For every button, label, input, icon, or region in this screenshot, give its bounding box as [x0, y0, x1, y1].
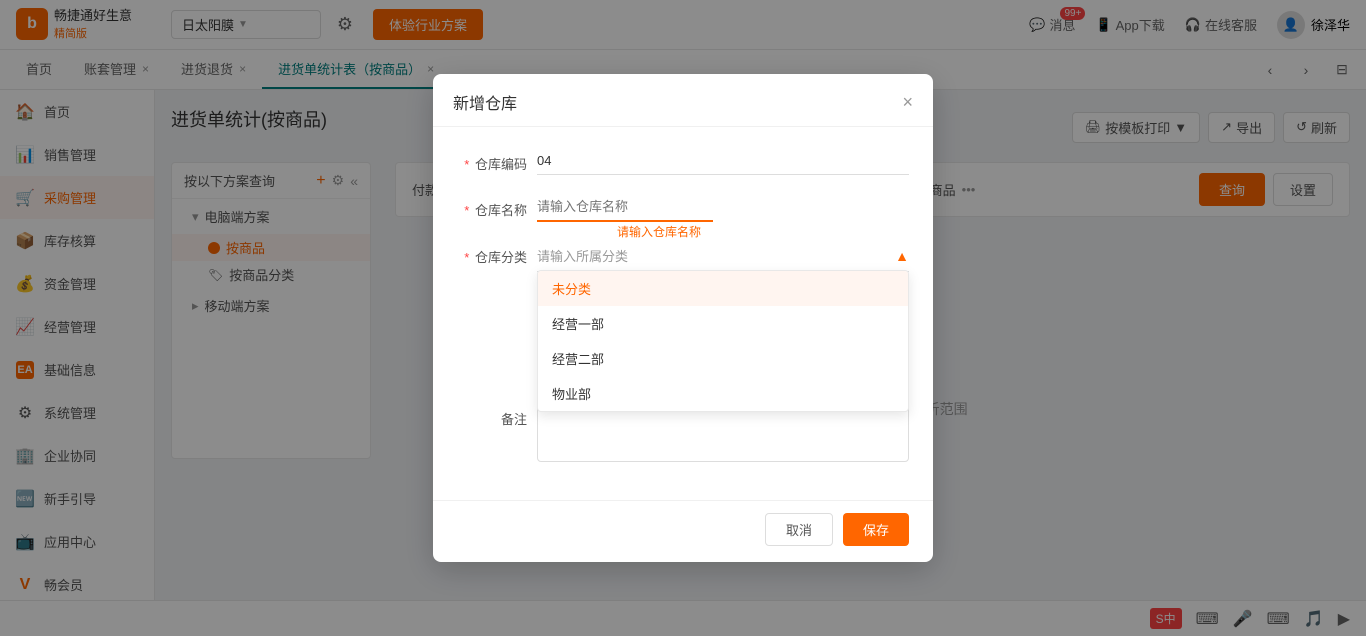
code-input[interactable]: [537, 147, 909, 175]
name-required: *: [464, 203, 469, 218]
dialog-header: 新增仓库 ×: [433, 74, 933, 127]
dropdown-item-none[interactable]: 未分类: [538, 271, 908, 306]
code-row: * 仓库编码: [457, 147, 909, 175]
chevron-up-icon: ▲: [895, 248, 909, 264]
name-error-message: 请输入仓库名称: [617, 223, 701, 240]
category-row: * 仓库分类 请输入所属分类 ▲ 未分类 经营一部 经营二部 物业部: [457, 240, 909, 272]
add-warehouse-dialog: 新增仓库 × * 仓库编码 * 仓库名称 请输入仓库名称 *: [433, 74, 933, 562]
code-required: *: [464, 157, 469, 172]
name-label: * 仓库名称: [457, 193, 537, 219]
dialog-body: * 仓库编码 * 仓库名称 请输入仓库名称 * 仓库分类 请输入所属分类: [433, 127, 933, 500]
category-dropdown[interactable]: 请输入所属分类 ▲: [537, 240, 909, 272]
note-label: 备注: [457, 402, 537, 428]
name-input-wrap: 请输入仓库名称: [537, 193, 909, 222]
name-input[interactable]: [537, 193, 713, 222]
dialog-close-button[interactable]: ×: [902, 92, 913, 113]
dropdown-item-dept1[interactable]: 经营一部: [538, 306, 908, 341]
category-dropdown-list: 未分类 经营一部 经营二部 物业部: [537, 270, 909, 412]
dialog-footer: 取消 保存: [433, 500, 933, 562]
category-required: *: [464, 250, 469, 265]
category-placeholder: 请输入所属分类: [537, 246, 628, 265]
code-label: * 仓库编码: [457, 147, 537, 173]
dialog-title: 新增仓库: [453, 90, 517, 114]
dropdown-item-dept3[interactable]: 物业部: [538, 376, 908, 411]
name-row: * 仓库名称 请输入仓库名称: [457, 193, 909, 222]
category-label: * 仓库分类: [457, 240, 537, 266]
save-button[interactable]: 保存: [843, 513, 909, 546]
cancel-button[interactable]: 取消: [765, 513, 833, 546]
dropdown-item-dept2[interactable]: 经营二部: [538, 341, 908, 376]
